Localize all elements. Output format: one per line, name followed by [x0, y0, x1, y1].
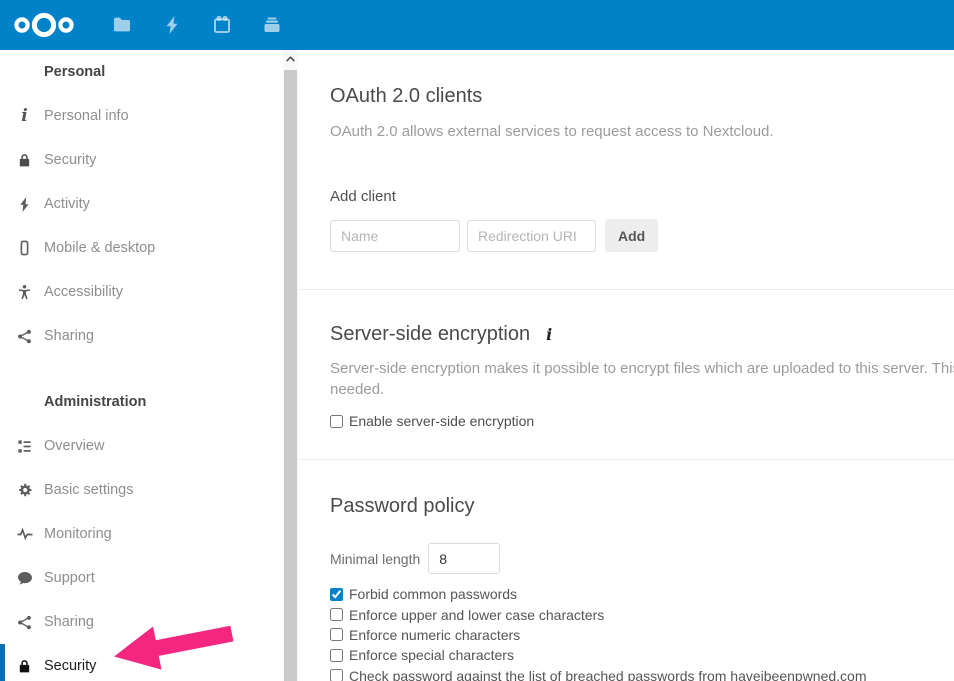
- check-hibp-checkbox[interactable]: [330, 669, 343, 681]
- policy-row: Check password against the list of breac…: [330, 666, 954, 681]
- deck-icon[interactable]: [247, 0, 297, 50]
- oauth-description: OAuth 2.0 allows external services to re…: [330, 121, 954, 142]
- policy-row: Enforce upper and lower case characters: [330, 604, 954, 624]
- client-name-input[interactable]: [330, 220, 460, 252]
- forbid-common-passwords-checkbox[interactable]: [330, 588, 343, 601]
- sidebar-item-activity[interactable]: Activity: [0, 182, 283, 226]
- minimal-length-label: Minimal length: [330, 551, 420, 567]
- oauth-section: OAuth 2.0 clients OAuth 2.0 allows exter…: [298, 83, 954, 252]
- info-icon[interactable]: i: [546, 325, 552, 344]
- share-icon: [5, 615, 44, 630]
- sidebar-item-monitoring[interactable]: Monitoring: [0, 512, 283, 556]
- files-icon[interactable]: [97, 0, 147, 50]
- lock-icon: [5, 659, 44, 674]
- sidebar-item-sharing-admin[interactable]: Sharing: [0, 600, 283, 644]
- sidebar-item-accessibility[interactable]: Accessibility: [0, 270, 283, 314]
- top-navigation-bar: [0, 0, 954, 50]
- accessibility-icon: [5, 284, 44, 300]
- monitoring-icon: [5, 527, 44, 541]
- scrollbar-up-arrow-icon[interactable]: [283, 50, 298, 68]
- oauth-title: OAuth 2.0 clients: [330, 83, 954, 110]
- calendar-icon[interactable]: [197, 0, 247, 50]
- add-client-button[interactable]: Add: [605, 219, 658, 252]
- add-client-label: Add client: [330, 188, 954, 206]
- password-policy-options: Forbid common passwords Enforce upper an…: [330, 584, 954, 681]
- sidebar-item-personal-info[interactable]: i Personal info: [0, 94, 283, 138]
- encryption-description-line2: needed.: [330, 379, 954, 400]
- sidebar-section-administration: Administration: [0, 380, 283, 424]
- policy-row: Enforce numeric characters: [330, 625, 954, 645]
- scrollbar-thumb[interactable]: [284, 70, 297, 681]
- encryption-section: Server-side encryption i Server-side enc…: [298, 289, 954, 429]
- policy-row: Forbid common passwords: [330, 584, 954, 604]
- password-policy-section: Password policy Minimal length Forbid co…: [298, 459, 954, 681]
- enforce-special-checkbox[interactable]: [330, 649, 343, 662]
- redirection-uri-input[interactable]: [467, 220, 596, 252]
- password-policy-title: Password policy: [330, 493, 954, 520]
- encryption-description-line1: Server-side encryption makes it possible…: [330, 358, 954, 379]
- sidebar-item-mobile-desktop[interactable]: Mobile & desktop: [0, 226, 283, 270]
- encryption-title: Server-side encryption: [330, 321, 530, 348]
- sidebar-item-overview[interactable]: Overview: [0, 424, 283, 468]
- nextcloud-logo[interactable]: [10, 0, 78, 50]
- enforce-numeric-checkbox[interactable]: [330, 628, 343, 641]
- sidebar-item-support[interactable]: Support: [0, 556, 283, 600]
- sidebar-item-security-personal[interactable]: Security: [0, 138, 283, 182]
- settings-content: OAuth 2.0 clients OAuth 2.0 allows exter…: [298, 50, 954, 681]
- sidebar-item-basic-settings[interactable]: Basic settings: [0, 468, 283, 512]
- sidebar-item-sharing-personal[interactable]: Sharing: [0, 314, 283, 358]
- policy-row: Enforce special characters: [330, 645, 954, 665]
- share-icon: [5, 329, 44, 344]
- activity-icon[interactable]: [147, 0, 197, 50]
- enable-encryption-label[interactable]: Enable server-side encryption: [349, 413, 534, 429]
- sidebar-section-personal: Personal: [0, 50, 283, 94]
- lock-icon: [5, 153, 44, 168]
- lightning-icon: [5, 197, 44, 212]
- minimal-length-input[interactable]: [428, 543, 500, 574]
- enforce-upper-lower-checkbox[interactable]: [330, 608, 343, 621]
- mobile-icon: [5, 240, 44, 256]
- enable-encryption-checkbox[interactable]: [330, 415, 343, 428]
- overview-icon: [5, 439, 44, 454]
- info-icon: i: [5, 108, 44, 125]
- gear-icon: [5, 482, 44, 498]
- sidebar-item-security-admin[interactable]: Security: [0, 644, 283, 681]
- settings-sidebar: Personal i Personal info Security Activi…: [0, 50, 283, 681]
- sidebar-scrollbar[interactable]: [283, 50, 298, 681]
- speech-bubble-icon: [5, 571, 44, 586]
